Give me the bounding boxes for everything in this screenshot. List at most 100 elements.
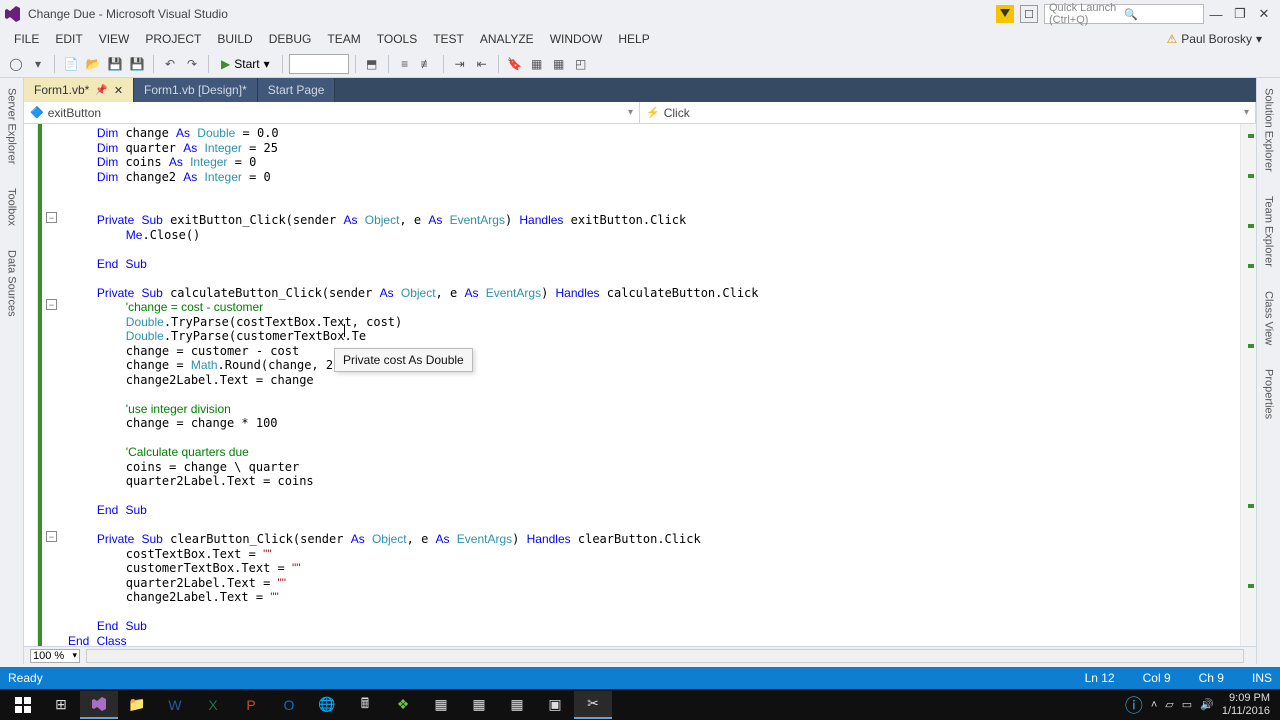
menu-tools[interactable]: TOOLS	[369, 32, 425, 46]
taskbar-visual-studio[interactable]	[80, 691, 118, 719]
close-button[interactable]: ✕	[1252, 6, 1276, 22]
start-button[interactable]	[4, 691, 42, 719]
menu-help[interactable]: HELP	[610, 32, 657, 46]
tab-form1-vb[interactable]: Form1.vb* 📌 ✕	[24, 78, 134, 102]
team-explorer-tab[interactable]: Team Explorer	[1263, 192, 1275, 271]
pin-icon[interactable]: 📌	[95, 85, 107, 96]
data-sources-tab[interactable]: Data Sources	[6, 246, 18, 321]
left-tool-rail: Server Explorer Toolbox Data Sources	[0, 78, 24, 664]
chevron-down-icon: ▾	[72, 650, 77, 662]
system-tray[interactable]: ⓘ ˄ ▱ ▭ 🔊 9:09 PM 1/11/2016	[1125, 692, 1276, 718]
toolbox-tab[interactable]: Toolbox	[6, 184, 18, 230]
taskbar-snip[interactable]: ✂	[574, 691, 612, 719]
menu-test[interactable]: TEST	[425, 32, 472, 46]
tab-form1-design[interactable]: Form1.vb [Design]*	[134, 78, 258, 102]
breakpoint-gutter[interactable]	[24, 124, 38, 646]
class-view-tab[interactable]: Class View	[1263, 287, 1275, 349]
save-button[interactable]: 💾	[105, 54, 125, 74]
config-combo[interactable]	[289, 54, 349, 74]
help-icon[interactable]: ⓘ	[1125, 692, 1143, 718]
redo-button[interactable]: ↷	[182, 54, 202, 74]
indent-button[interactable]: ⇥	[450, 54, 470, 74]
nav-fwd-button[interactable]: ▾	[28, 54, 48, 74]
step-button[interactable]: ⬒	[362, 54, 382, 74]
date: 1/11/2016	[1222, 705, 1270, 717]
outline-toggle[interactable]: −	[46, 531, 57, 542]
menu-build[interactable]: BUILD	[209, 32, 260, 46]
taskbar-word[interactable]: W	[156, 691, 194, 719]
user-account[interactable]: ⚠ Paul Borosky ▾	[1167, 32, 1275, 46]
menu-file[interactable]: FILE	[6, 32, 47, 46]
network-icon[interactable]: ▱	[1165, 698, 1173, 711]
bookmark-button[interactable]: 🔖	[505, 54, 525, 74]
tb-extra3[interactable]: ◰	[571, 54, 591, 74]
minimize-button[interactable]: —	[1204, 7, 1228, 22]
solution-explorer-tab[interactable]: Solution Explorer	[1263, 84, 1275, 176]
status-line: Ln 12	[1085, 671, 1115, 685]
lightning-icon: ⚡	[646, 106, 660, 119]
tb-extra2[interactable]: ▦	[549, 54, 569, 74]
battery-icon[interactable]: ▭	[1182, 698, 1192, 711]
task-view-button[interactable]: ⊞	[42, 691, 80, 719]
start-label: Start	[234, 57, 259, 71]
taskbar-app-leaf[interactable]: ❖	[384, 691, 422, 719]
window-title: Change Due - Microsoft Visual Studio	[28, 7, 228, 21]
quick-launch-input[interactable]: Quick Launch (Ctrl+Q) 🔍	[1044, 4, 1204, 24]
outline-gutter[interactable]: − − −	[42, 124, 64, 646]
editor-footer: 100 % ▾	[24, 646, 1256, 664]
menu-debug[interactable]: DEBUG	[261, 32, 320, 46]
close-icon[interactable]: ✕	[114, 84, 123, 97]
outline-toggle[interactable]: −	[46, 299, 57, 310]
taskbar-explorer[interactable]: 📁	[118, 691, 156, 719]
taskbar-powerpoint[interactable]: P	[232, 691, 270, 719]
outline-toggle[interactable]: −	[46, 212, 57, 223]
menu-view[interactable]: VIEW	[91, 32, 138, 46]
taskbar-app-2[interactable]: ▦	[460, 691, 498, 719]
clock[interactable]: 9:09 PM 1/11/2016	[1222, 692, 1270, 716]
taskbar-calculator[interactable]: 🖩	[346, 691, 384, 719]
navigation-bar: 🔷 exitButton ▾ ⚡ Click ▾	[24, 102, 1256, 124]
outdent-button[interactable]: ⇤	[472, 54, 492, 74]
server-explorer-tab[interactable]: Server Explorer	[6, 84, 18, 168]
menu-analyze[interactable]: ANALYZE	[472, 32, 542, 46]
chevron-down-icon: ▾	[628, 107, 633, 118]
menu-edit[interactable]: EDIT	[47, 32, 90, 46]
horizontal-scrollbar[interactable]	[86, 649, 1244, 663]
status-ins: INS	[1252, 671, 1272, 685]
search-icon: 🔍	[1124, 8, 1199, 21]
taskbar-chrome[interactable]: 🌐	[308, 691, 346, 719]
menu-project[interactable]: PROJECT	[137, 32, 209, 46]
restore-button[interactable]: ❐	[1228, 6, 1252, 22]
chevron-up-icon[interactable]: ˄	[1151, 699, 1157, 711]
taskbar-cmd[interactable]: ▣	[536, 691, 574, 719]
main-area: Server Explorer Toolbox Data Sources For…	[0, 78, 1280, 664]
document-tabs: Form1.vb* 📌 ✕ Form1.vb [Design]* Start P…	[24, 78, 1256, 102]
tb-extra1[interactable]: ▦	[527, 54, 547, 74]
overview-ruler[interactable]	[1240, 124, 1256, 646]
new-project-button[interactable]: 📄	[61, 54, 81, 74]
event-dropdown[interactable]: ⚡ Click ▾	[640, 102, 1256, 123]
code-text[interactable]: Dim change As Double = 0.0 Dim quarter A…	[64, 124, 1240, 646]
menu-team[interactable]: TEAM	[319, 32, 368, 46]
open-button[interactable]: 📂	[83, 54, 103, 74]
uncomment-button[interactable]: ≢	[417, 54, 437, 74]
notification-icon[interactable]	[996, 5, 1014, 23]
feedback-icon[interactable]: ☐	[1020, 5, 1038, 23]
code-editor[interactable]: − − − Dim change As Double = 0.0 Dim qua…	[24, 124, 1256, 646]
taskbar-app-1[interactable]: ▦	[422, 691, 460, 719]
undo-button[interactable]: ↶	[160, 54, 180, 74]
taskbar-outlook[interactable]: O	[270, 691, 308, 719]
taskbar-app-3[interactable]: ▦	[498, 691, 536, 719]
zoom-dropdown[interactable]: 100 % ▾	[30, 649, 80, 663]
menu-window[interactable]: WINDOW	[542, 32, 611, 46]
member-dropdown[interactable]: 🔷 exitButton ▾	[24, 102, 640, 123]
time: 9:09 PM	[1222, 692, 1270, 704]
properties-tab[interactable]: Properties	[1263, 365, 1275, 423]
volume-icon[interactable]: 🔊	[1200, 698, 1214, 711]
save-all-button[interactable]: 💾	[127, 54, 147, 74]
comment-button[interactable]: ≡	[395, 54, 415, 74]
taskbar-excel[interactable]: X	[194, 691, 232, 719]
nav-back-button[interactable]: ◯	[6, 54, 26, 74]
tab-start-page[interactable]: Start Page	[258, 78, 336, 102]
start-debug-button[interactable]: ▶ Start ▾	[215, 54, 276, 74]
